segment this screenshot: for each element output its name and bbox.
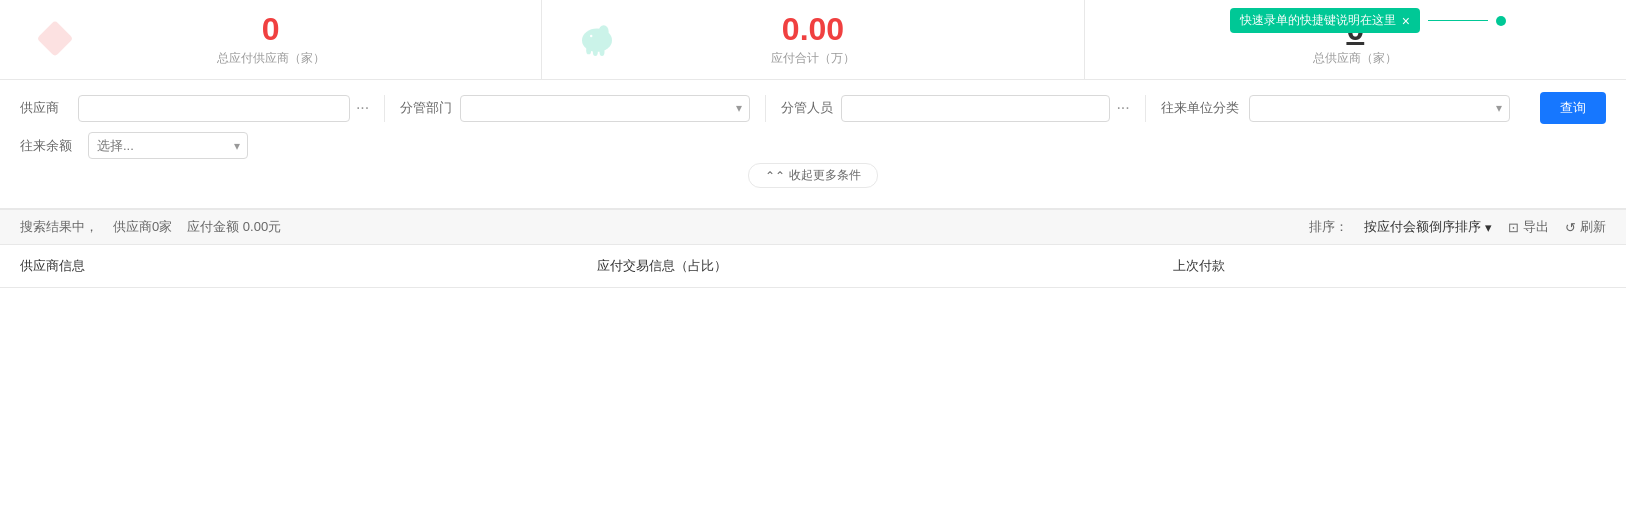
stat-total-payable-amount: 0.00 应付合计（万） bbox=[542, 0, 1084, 79]
result-bar: 搜索结果中， 供应商0家 应付金额 0.00元 排序： 按应付会额倒序排序 ▾ … bbox=[0, 209, 1626, 245]
stat-total-payable-suppliers: 0 总应付供应商（家） bbox=[0, 0, 542, 79]
sort-chevron-icon: ▾ bbox=[1485, 220, 1492, 235]
table-container: 供应商信息 应付交易信息（占比） 上次付款 bbox=[0, 245, 1626, 515]
department-field: 分管部门 ▾ bbox=[385, 95, 765, 122]
department-select-wrapper: ▾ bbox=[460, 95, 749, 122]
col-payment-header: 上次付款 bbox=[1173, 257, 1606, 275]
piggy-icon bbox=[572, 13, 622, 66]
result-supplier-count: 供应商0家 bbox=[113, 218, 172, 236]
export-button[interactable]: ⊡ 导出 bbox=[1508, 218, 1549, 236]
export-icon: ⊡ bbox=[1508, 220, 1519, 235]
balance-input[interactable] bbox=[88, 132, 248, 159]
diamond-icon bbox=[30, 13, 80, 66]
result-search-label: 搜索结果中， bbox=[20, 218, 98, 236]
query-button[interactable]: 查询 bbox=[1540, 92, 1606, 124]
department-input[interactable] bbox=[460, 95, 749, 122]
tooltip-line bbox=[1428, 20, 1488, 21]
sort-option-label: 按应付会额倒序排序 bbox=[1364, 218, 1481, 236]
person-dots[interactable]: ··· bbox=[1116, 99, 1129, 117]
balance-label: 往来余额 bbox=[20, 137, 72, 155]
tooltip-text: 快速录单的快捷键说明在这里 bbox=[1240, 12, 1396, 29]
unit-class-field: 往来单位分类 ▾ bbox=[1146, 95, 1525, 122]
unit-class-input[interactable] bbox=[1249, 95, 1510, 122]
person-input[interactable] bbox=[841, 95, 1111, 122]
collapse-up-icon: ⌃⌃ bbox=[765, 169, 785, 183]
stat-payable-amount-number: 0.00 bbox=[782, 12, 844, 47]
svg-point-7 bbox=[590, 34, 593, 37]
stats-bar: 0 总应付供应商（家） 0.00 应付合计（万） 快速录单的快捷键说明在这里 × bbox=[0, 0, 1626, 80]
stat-suppliers-label: 总供应商（家） bbox=[1313, 50, 1397, 67]
svg-rect-0 bbox=[37, 20, 74, 57]
tooltip-container: 快速录单的快捷键说明在这里 × bbox=[1230, 8, 1506, 33]
tooltip-badge: 快速录单的快捷键说明在这里 × bbox=[1230, 8, 1420, 33]
balance-select-wrapper: ▾ bbox=[88, 132, 248, 159]
unit-class-label: 往来单位分类 bbox=[1161, 99, 1241, 117]
collapse-row: ⌃⌃ 收起更多条件 bbox=[20, 159, 1606, 196]
sort-select[interactable]: 按应付会额倒序排序 ▾ bbox=[1364, 218, 1492, 236]
export-label: 导出 bbox=[1523, 218, 1549, 236]
collapse-button[interactable]: ⌃⌃ 收起更多条件 bbox=[748, 163, 878, 188]
tooltip-dot bbox=[1496, 16, 1506, 26]
person-field: 分管人员 ··· bbox=[766, 95, 1146, 122]
result-info: 搜索结果中， 供应商0家 应付金额 0.00元 bbox=[20, 218, 281, 236]
result-actions: 排序： 按应付会额倒序排序 ▾ ⊡ 导出 ↺ 刷新 bbox=[1309, 218, 1606, 236]
svg-point-4 bbox=[586, 46, 591, 54]
col-supplier-header: 供应商信息 bbox=[20, 257, 597, 275]
svg-point-3 bbox=[599, 25, 609, 38]
result-amount: 应付金额 0.00元 bbox=[187, 218, 281, 236]
stat-payable-suppliers-number: 0 bbox=[262, 12, 280, 47]
svg-point-5 bbox=[593, 47, 598, 55]
person-label: 分管人员 bbox=[781, 99, 833, 117]
supplier-dots[interactable]: ··· bbox=[356, 99, 369, 117]
refresh-icon: ↺ bbox=[1565, 220, 1576, 235]
tooltip-close-icon[interactable]: × bbox=[1402, 14, 1410, 28]
table-header: 供应商信息 应付交易信息（占比） 上次付款 bbox=[0, 245, 1626, 288]
table-body bbox=[0, 288, 1626, 515]
department-label: 分管部门 bbox=[400, 99, 452, 117]
refresh-button[interactable]: ↺ 刷新 bbox=[1565, 218, 1606, 236]
sort-label: 排序： bbox=[1309, 218, 1348, 236]
stat-payable-suppliers-label: 总应付供应商（家） bbox=[217, 50, 325, 67]
search-row-1: 供应商 ··· 分管部门 ▾ 分管人员 ··· 往来单位分类 ▾ 查询 bbox=[20, 92, 1606, 124]
supplier-field: 供应商 ··· bbox=[20, 95, 385, 122]
collapse-label: 收起更多条件 bbox=[789, 167, 861, 184]
supplier-label: 供应商 bbox=[20, 99, 70, 117]
unit-class-select-wrapper: ▾ bbox=[1249, 95, 1510, 122]
search-form: 供应商 ··· 分管部门 ▾ 分管人员 ··· 往来单位分类 ▾ 查询 bbox=[0, 80, 1626, 209]
stat-total-suppliers: 快速录单的快捷键说明在这里 × 0 总供应商（家） bbox=[1085, 0, 1626, 79]
stat-payable-amount-label: 应付合计（万） bbox=[771, 50, 855, 67]
refresh-label: 刷新 bbox=[1580, 218, 1606, 236]
col-transaction-header: 应付交易信息（占比） bbox=[597, 257, 1174, 275]
search-row-2: 往来余额 ▾ bbox=[20, 132, 1606, 159]
supplier-input[interactable] bbox=[78, 95, 350, 122]
balance-field: 往来余额 ▾ bbox=[20, 132, 248, 159]
svg-point-6 bbox=[600, 47, 605, 55]
